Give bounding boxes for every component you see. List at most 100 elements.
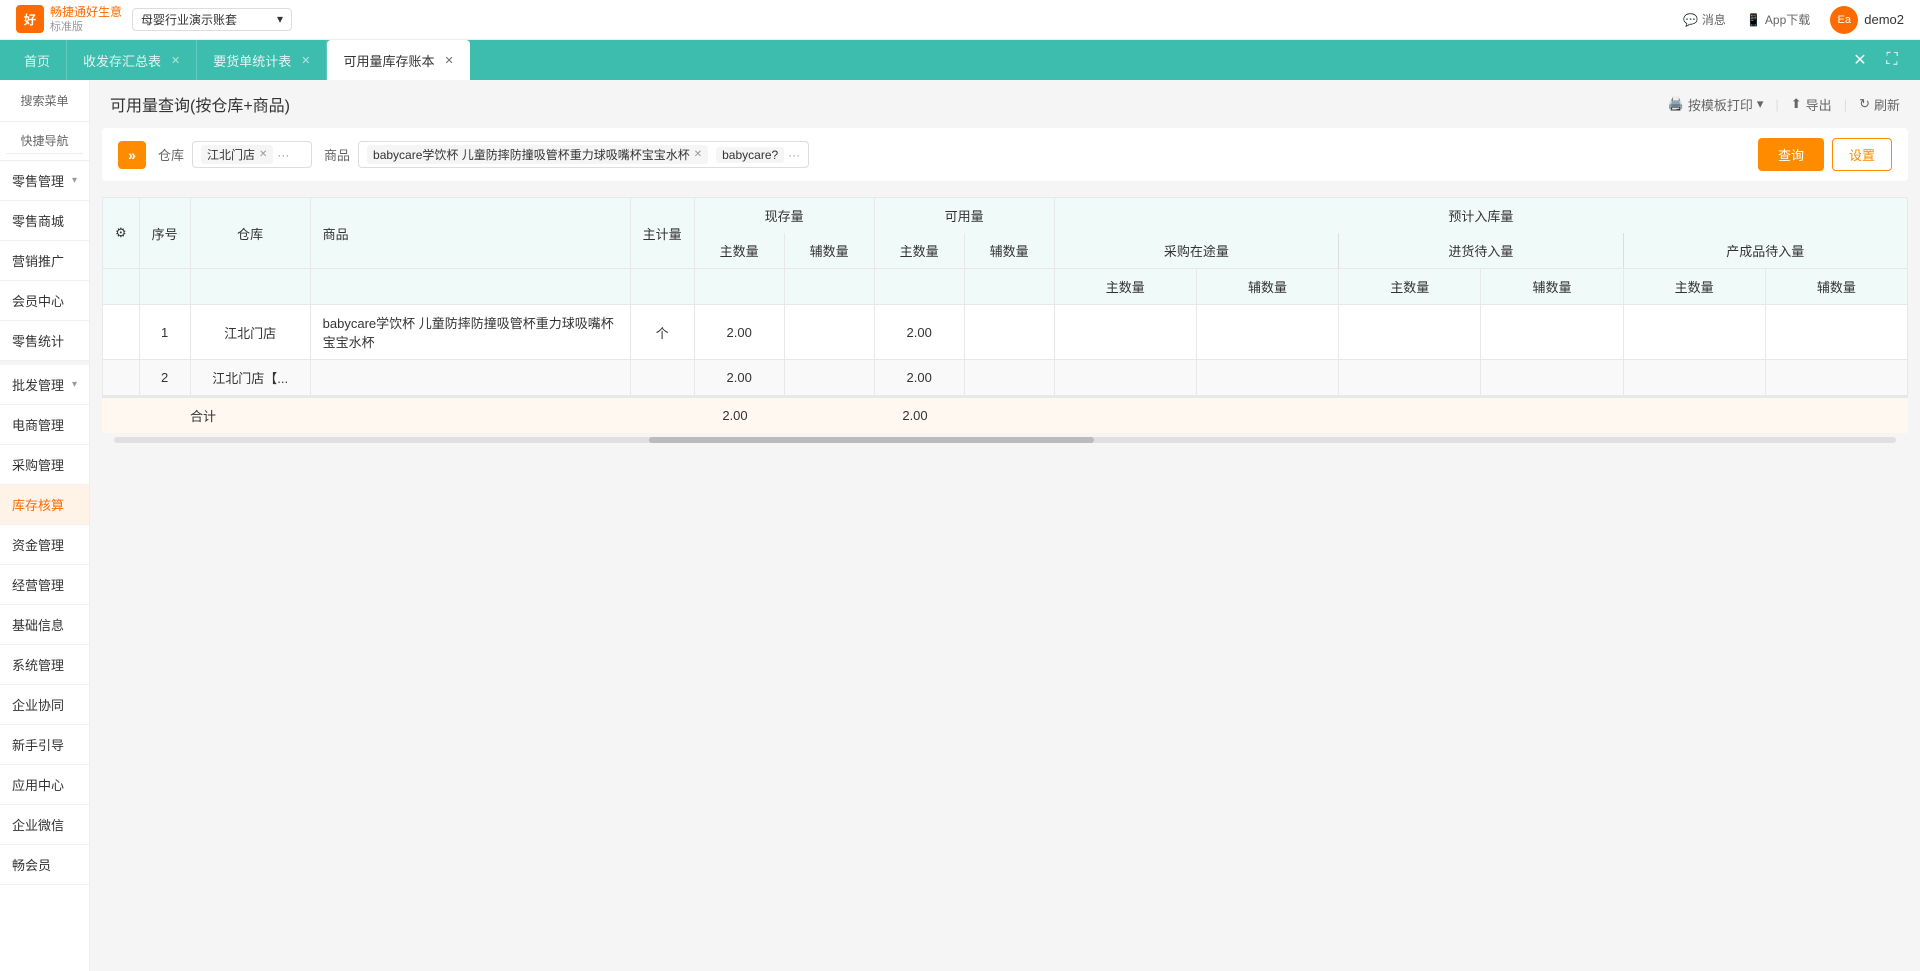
sidebar-item-member[interactable]: 会员中心 (0, 281, 89, 321)
sidebar-item-marketing[interactable]: 营销推广 (0, 241, 89, 281)
filter-actions: 查询 设置 (1758, 138, 1892, 171)
product-tag-1-close[interactable]: ✕ (694, 149, 702, 160)
chevron-down-icon: ▾ (277, 12, 283, 26)
table-row: 1 江北门店 babycare学饮杯 儿童防摔防撞吸管杯重力球吸嘴杯宝宝水杯 个… (103, 305, 1908, 360)
tab-expand-btn[interactable]: ⛶ (1880, 48, 1904, 72)
sidebar-item-retail-stats[interactable]: 零售统计 (0, 321, 89, 361)
logo-area: 好 畅捷通好生意 标准版 (16, 5, 122, 35)
row1-unit: 个 (630, 305, 694, 360)
print-icon: 🖨️ (1668, 96, 1684, 112)
sidebar-item-system-label: 系统管理 (12, 655, 64, 674)
col-header-stock-main: 主数量 (694, 233, 784, 269)
logo-subtext: 标准版 (50, 20, 122, 34)
row1-inc-sub (1481, 305, 1623, 360)
refresh-icon: ↻ (1859, 96, 1870, 112)
tab-receipts[interactable]: 收发存汇总表 ✕ (67, 40, 197, 80)
quick-nav-btn[interactable]: 快捷导航 (6, 128, 83, 154)
sidebar-item-newbie[interactable]: 新手引导 (0, 725, 89, 765)
row2-inc-sub (1481, 360, 1623, 396)
tab-available[interactable]: 可用量库存账本 ✕ (327, 40, 469, 80)
sidebar-item-retail-mgmt[interactable]: 零售管理 ▾ (0, 161, 89, 201)
search-menu-btn[interactable]: 搜索菜单 (8, 88, 81, 113)
summary-stock-main: 2.00 (690, 408, 780, 423)
chevron-down-icon: ▾ (72, 379, 77, 390)
warehouse-filter-group: 仓库 江北门店 ✕ ··· (158, 141, 312, 168)
sidebar-item-wechat[interactable]: 企业微信 (0, 805, 89, 845)
template-print-btn[interactable]: 🖨️ 按模板打印 ▾ (1668, 95, 1764, 114)
product-filter-label: 商品 (324, 145, 350, 164)
logo-icon: 好 (16, 5, 44, 33)
industry-selector[interactable]: 母婴行业演示账套 ▾ (132, 8, 292, 31)
page-header: 可用量查询(按仓库+商品) 🖨️ 按模板打印 ▾ | ⬆ 导出 | ↻ 刷新 (90, 80, 1920, 128)
sidebar-item-wholesale-label: 批发管理 (12, 375, 64, 394)
col-header-purchase-group: 采购在途量 (1054, 233, 1338, 269)
row2-product (310, 360, 630, 396)
sidebar-item-ecommerce[interactable]: 电商管理 (0, 405, 89, 445)
warehouse-tag-close[interactable]: ✕ (259, 149, 267, 160)
row1-product: babycare学饮杯 儿童防摔防撞吸管杯重力球吸嘴杯宝宝水杯 (310, 305, 630, 360)
sidebar-item-operations-label: 经营管理 (12, 575, 64, 594)
summary-avail-main: 2.00 (870, 408, 960, 423)
col-header-warehouse: 仓库 (190, 198, 310, 269)
col-sub-pur-main: 主数量 (1054, 269, 1196, 305)
sidebar-item-apps[interactable]: 应用中心 (0, 765, 89, 805)
row2-avail-sub (964, 360, 1054, 396)
product-filter-input[interactable]: babycare学饮杯 儿童防摔防撞吸管杯重力球吸嘴杯宝宝水杯 ✕ babyca… (358, 141, 809, 168)
row1-pur-sub (1196, 305, 1338, 360)
row1-pur-main (1054, 305, 1196, 360)
sidebar-item-wholesale[interactable]: 批发管理 ▾ (0, 365, 89, 405)
tab-orders-close[interactable]: ✕ (301, 54, 310, 67)
row2-warehouse: 江北门店【... (190, 360, 310, 396)
app-download-btn[interactable]: 📱 App下载 (1746, 11, 1810, 28)
messages-btn[interactable]: 💬 消息 (1683, 11, 1726, 28)
warehouse-filter-input[interactable]: 江北门店 ✕ ··· (192, 141, 312, 168)
col-header-avail-main: 主数量 (874, 233, 964, 269)
warehouse-tag-value: 江北门店 (207, 146, 255, 163)
logo-text: 畅捷通好生意 (50, 5, 122, 21)
scrollbar-track[interactable] (114, 437, 1896, 443)
tab-actions: ✕ ⛶ (1848, 48, 1912, 72)
refresh-btn[interactable]: ↻ 刷新 (1859, 95, 1900, 114)
message-icon: 💬 (1683, 13, 1698, 27)
sidebar-item-vip[interactable]: 畅会员 (0, 845, 89, 885)
sidebar-item-enterprise[interactable]: 企业协同 (0, 685, 89, 725)
col-header-stock-group: 现存量 (694, 198, 874, 234)
sidebar-item-purchase[interactable]: 采购管理 (0, 445, 89, 485)
col-header-gear[interactable]: ⚙ (103, 198, 140, 269)
col-header-unit: 主计量 (630, 198, 694, 269)
col-sub-pro-sub: 辅数量 (1765, 269, 1907, 305)
col-sub-inc-main: 主数量 (1339, 269, 1481, 305)
main-layout: 搜索菜单 快捷导航 零售管理 ▾ 零售商城 营销推广 会员中心 零售统计 (0, 80, 1920, 971)
filter-toggle-btn[interactable]: » (118, 141, 146, 169)
row2-inc-main (1339, 360, 1481, 396)
sidebar-item-basics[interactable]: 基础信息 (0, 605, 89, 645)
download-icon: 📱 (1746, 13, 1761, 27)
sidebar-item-operations[interactable]: 经营管理 (0, 565, 89, 605)
row2-num: 2 (139, 360, 190, 396)
tab-available-close[interactable]: ✕ (445, 54, 454, 67)
tab-orders[interactable]: 要货单统计表 ✕ (197, 40, 327, 80)
export-btn[interactable]: ⬆ 导出 (1791, 95, 1832, 114)
row1-pro-main (1623, 305, 1765, 360)
sidebar-item-finance[interactable]: 资金管理 (0, 525, 89, 565)
sidebar-item-retail-mall[interactable]: 零售商城 (0, 201, 89, 241)
product-filter-ellipsis[interactable]: ··· (788, 148, 800, 162)
setting-btn[interactable]: 设置 (1832, 138, 1892, 171)
sidebar-item-inventory[interactable]: 库存核算 (0, 485, 89, 525)
sidebar-item-inventory-label: 库存核算 (12, 495, 64, 514)
tab-home[interactable]: 首页 (8, 40, 67, 80)
col-header-product: 商品 (310, 198, 630, 269)
col-sub-avail-main (874, 269, 964, 305)
tab-receipts-close[interactable]: ✕ (171, 54, 180, 67)
scrollbar-thumb[interactable] (649, 437, 1095, 443)
sidebar-item-enterprise-label: 企业协同 (12, 695, 64, 714)
query-btn[interactable]: 查询 (1758, 138, 1824, 171)
row1-warehouse: 江北门店 (190, 305, 310, 360)
col-header-planned-group: 预计入库量 (1054, 198, 1907, 234)
tab-close-all-btn[interactable]: ✕ (1848, 48, 1872, 72)
warehouse-filter-ellipsis[interactable]: ··· (277, 148, 289, 162)
col-header-production-group: 产成品待入量 (1623, 233, 1907, 269)
top-bar-left: 好 畅捷通好生意 标准版 母婴行业演示账套 ▾ (16, 5, 292, 35)
sidebar-item-system[interactable]: 系统管理 (0, 645, 89, 685)
table-area: ⚙ 序号 仓库 商品 主计量 现存量 可用量 预计入库量 主数量 (90, 197, 1920, 447)
